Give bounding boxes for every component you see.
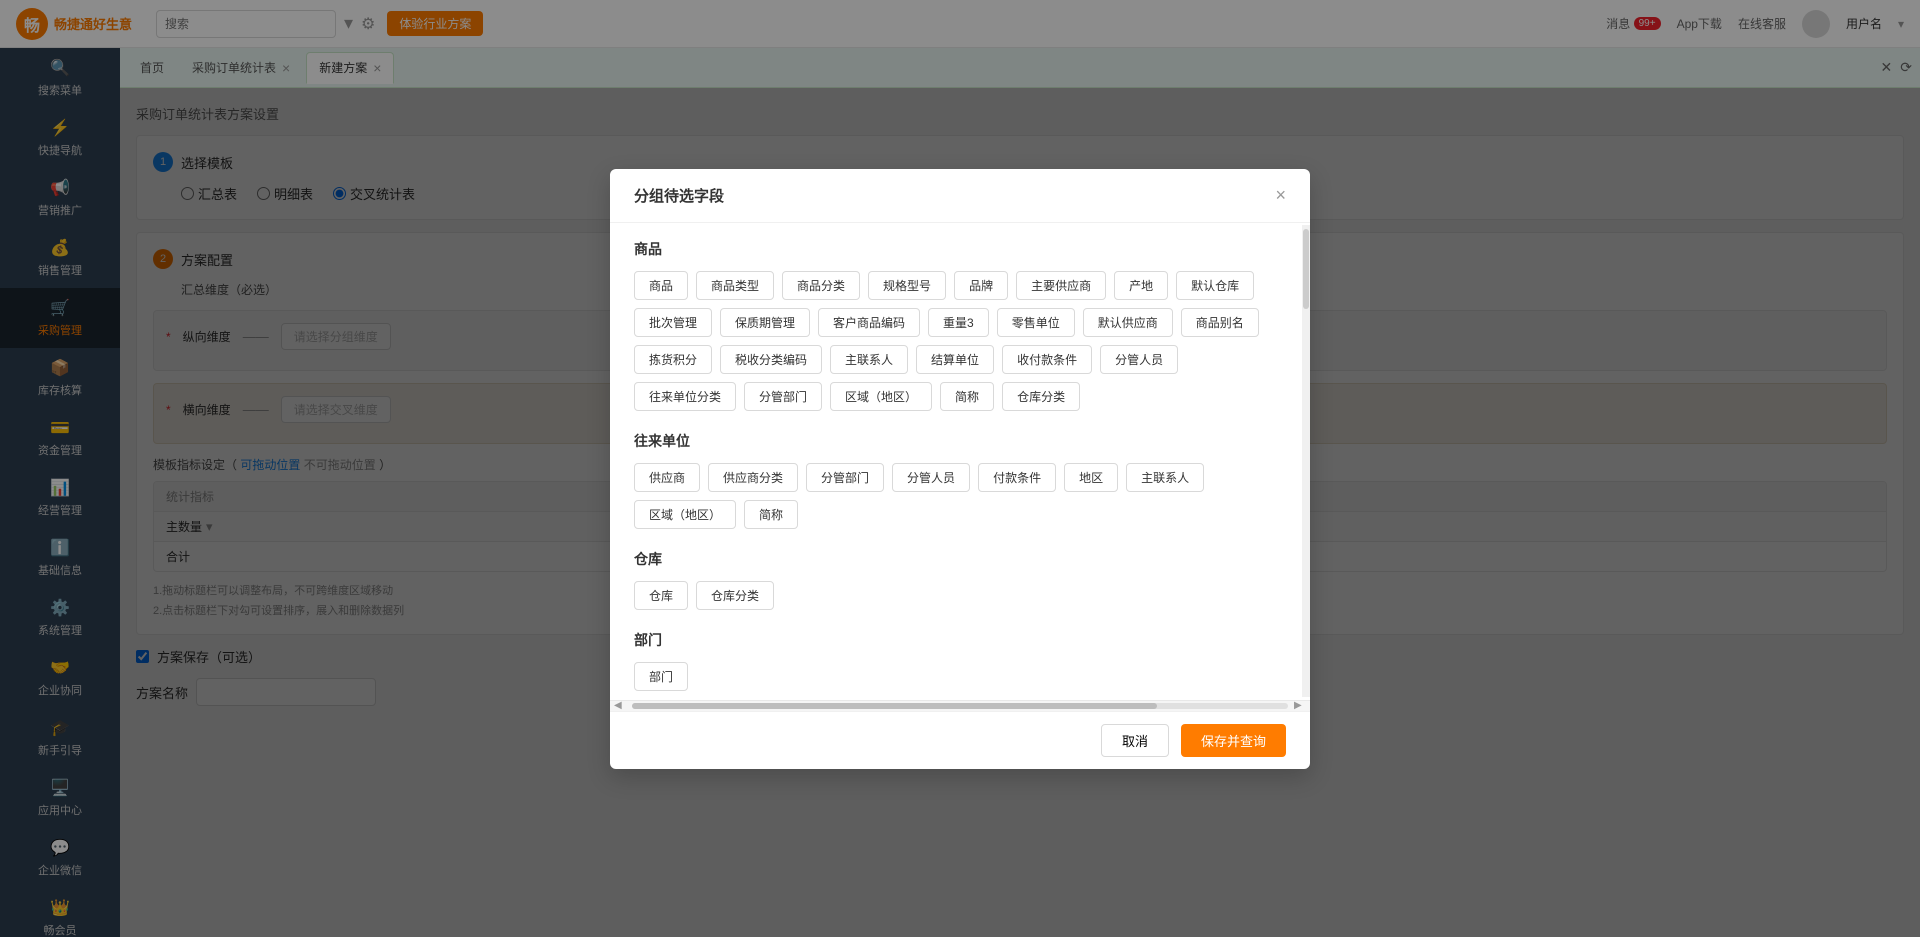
modal-body: 商品 商品 商品类型 商品分类 规格型号 品牌 主要供应商 产地 默认仓库 批次… bbox=[610, 223, 1310, 700]
field-tag-supervise-person[interactable]: 分管人员 bbox=[1100, 345, 1178, 374]
field-group-dept: 部门 部门 bbox=[634, 630, 1286, 691]
field-tag-main-contact[interactable]: 主联系人 bbox=[830, 345, 908, 374]
field-tag-origin[interactable]: 产地 bbox=[1114, 271, 1168, 300]
modal: 分组待选字段 × 商品 商品 商品类型 商品分类 规格型号 品牌 主要供应商 产… bbox=[610, 169, 1310, 769]
hscroll-thumb bbox=[632, 703, 1157, 709]
field-tag-dept[interactable]: 部门 bbox=[634, 662, 688, 691]
field-tag-main-contact-related[interactable]: 主联系人 bbox=[1126, 463, 1204, 492]
field-tag-spec-model[interactable]: 规格型号 bbox=[868, 271, 946, 300]
field-tag-short-name-related[interactable]: 简称 bbox=[744, 500, 798, 529]
hscroll-right[interactable]: ▶ bbox=[1294, 700, 1306, 712]
field-tag-short-name-product[interactable]: 简称 bbox=[940, 382, 994, 411]
field-tag-batch-mgmt[interactable]: 批次管理 bbox=[634, 308, 712, 337]
related-field-tags: 供应商 供应商分类 分管部门 分管人员 付款条件 地区 主联系人 区域（地区） … bbox=[634, 463, 1286, 529]
warehouse-field-tags: 仓库 仓库分类 bbox=[634, 581, 1286, 610]
field-group-warehouse-title: 仓库 bbox=[634, 549, 1286, 569]
field-group-product-title: 商品 bbox=[634, 239, 1286, 259]
field-tag-shelf-life[interactable]: 保质期管理 bbox=[720, 308, 810, 337]
field-tag-payment-cond[interactable]: 付款条件 bbox=[978, 463, 1056, 492]
field-tag-payment-terms[interactable]: 收付款条件 bbox=[1002, 345, 1092, 374]
field-tag-default-supplier[interactable]: 默认供应商 bbox=[1083, 308, 1173, 337]
field-tag-product[interactable]: 商品 bbox=[634, 271, 688, 300]
field-tag-alias[interactable]: 商品别名 bbox=[1181, 308, 1259, 337]
vscroll-thumb[interactable] bbox=[1303, 229, 1309, 309]
field-tag-supplier[interactable]: 供应商 bbox=[634, 463, 700, 492]
modal-cancel-btn[interactable]: 取消 bbox=[1101, 724, 1169, 757]
modal-hscroll[interactable]: ◀ ▶ bbox=[610, 700, 1310, 711]
field-tag-product-category[interactable]: 商品分类 bbox=[782, 271, 860, 300]
field-group-product: 商品 商品 商品类型 商品分类 规格型号 品牌 主要供应商 产地 默认仓库 批次… bbox=[634, 239, 1286, 411]
field-tag-warehouse-category[interactable]: 仓库分类 bbox=[696, 581, 774, 610]
field-group-related: 往来单位 供应商 供应商分类 分管部门 分管人员 付款条件 地区 主联系人 区域… bbox=[634, 431, 1286, 529]
modal-overlay: 分组待选字段 × 商品 商品 商品类型 商品分类 规格型号 品牌 主要供应商 产… bbox=[0, 0, 1920, 937]
modal-footer: 取消 保存并查询 bbox=[610, 711, 1310, 769]
field-tag-brand[interactable]: 品牌 bbox=[954, 271, 1008, 300]
dept-field-tags: 部门 bbox=[634, 662, 1286, 691]
hscroll-left[interactable]: ◀ bbox=[614, 700, 626, 712]
field-tag-tax-code[interactable]: 税收分类编码 bbox=[720, 345, 822, 374]
field-group-related-title: 往来单位 bbox=[634, 431, 1286, 451]
field-tag-related-category[interactable]: 往来单位分类 bbox=[634, 382, 736, 411]
field-tag-dept-related[interactable]: 分管部门 bbox=[806, 463, 884, 492]
modal-confirm-btn[interactable]: 保存并查询 bbox=[1181, 724, 1286, 757]
field-tag-pick-score[interactable]: 拣货积分 bbox=[634, 345, 712, 374]
field-tag-region-related[interactable]: 区域（地区） bbox=[634, 500, 736, 529]
field-tag-warehouse[interactable]: 仓库 bbox=[634, 581, 688, 610]
field-tag-region-product[interactable]: 区域（地区） bbox=[830, 382, 932, 411]
field-group-dept-title: 部门 bbox=[634, 630, 1286, 650]
field-tag-supervise-dept[interactable]: 分管部门 bbox=[744, 382, 822, 411]
product-field-tags: 商品 商品类型 商品分类 规格型号 品牌 主要供应商 产地 默认仓库 批次管理 … bbox=[634, 271, 1286, 411]
field-tag-product-type[interactable]: 商品类型 bbox=[696, 271, 774, 300]
field-group-warehouse: 仓库 仓库 仓库分类 bbox=[634, 549, 1286, 610]
vscroll-track bbox=[1302, 225, 1310, 697]
field-tag-retail-unit[interactable]: 零售单位 bbox=[997, 308, 1075, 337]
field-tag-settle-unit[interactable]: 结算单位 bbox=[916, 345, 994, 374]
modal-header: 分组待选字段 × bbox=[610, 169, 1310, 223]
field-tag-customer-code[interactable]: 客户商品编码 bbox=[818, 308, 920, 337]
field-tag-person-related[interactable]: 分管人员 bbox=[892, 463, 970, 492]
field-tag-supplier-category[interactable]: 供应商分类 bbox=[708, 463, 798, 492]
field-tag-default-warehouse[interactable]: 默认仓库 bbox=[1176, 271, 1254, 300]
modal-close-btn[interactable]: × bbox=[1275, 186, 1286, 204]
field-tag-warehouse-category-product[interactable]: 仓库分类 bbox=[1002, 382, 1080, 411]
field-tag-main-supplier[interactable]: 主要供应商 bbox=[1016, 271, 1106, 300]
modal-title: 分组待选字段 bbox=[634, 185, 724, 206]
field-tag-area-related[interactable]: 地区 bbox=[1064, 463, 1118, 492]
field-tag-weight3[interactable]: 重量3 bbox=[928, 308, 989, 337]
